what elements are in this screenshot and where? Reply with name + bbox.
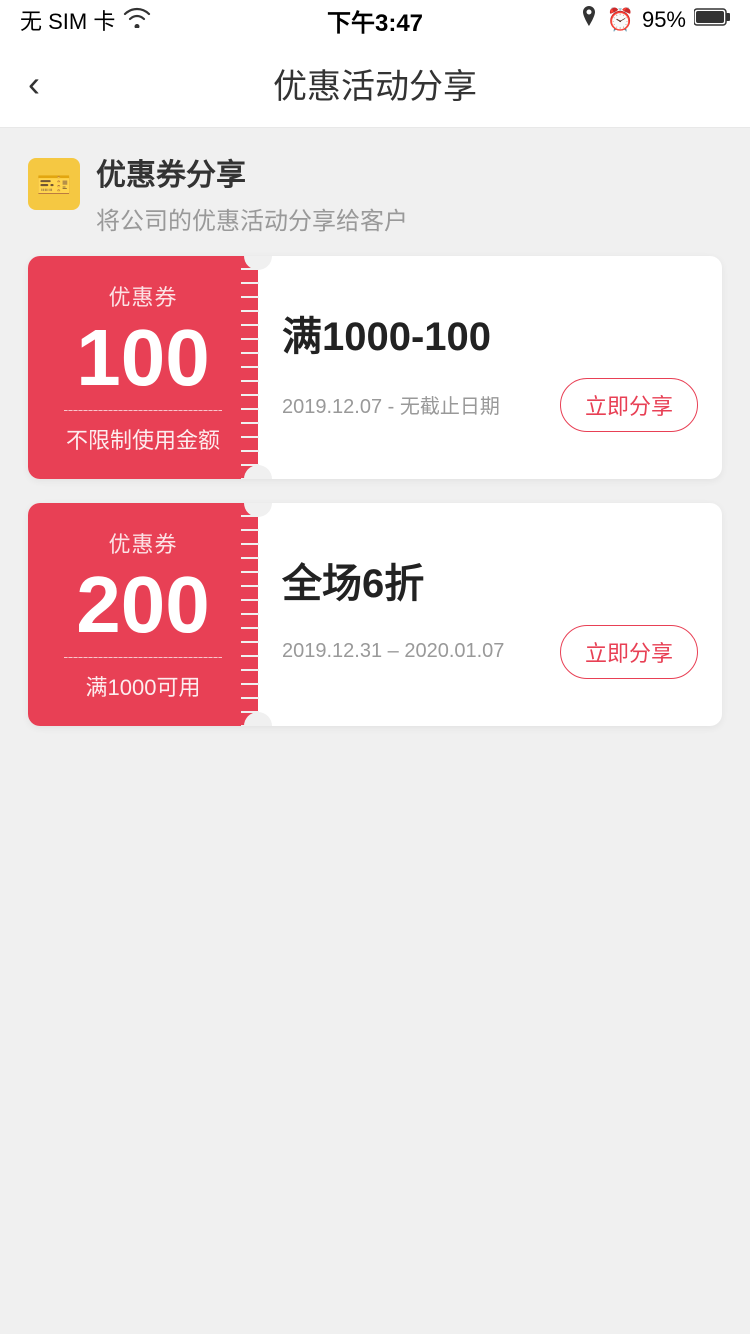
coupon-condition-1: 不限制使用金额 bbox=[66, 423, 220, 455]
coupon-label-1: 优惠券 bbox=[108, 280, 177, 312]
coupon-meta-1: 2019.12.07 - 无截止日期 立即分享 bbox=[282, 378, 698, 432]
coupon-amount-1: 100 bbox=[76, 318, 209, 398]
coupon-divider-1 bbox=[64, 410, 222, 411]
coupon-name-2: 全场6折 bbox=[282, 551, 698, 609]
coupon-divider-2 bbox=[64, 657, 222, 658]
share-button-2[interactable]: 立即分享 bbox=[560, 625, 698, 679]
status-time: 下午3:47 bbox=[327, 3, 423, 38]
coupon-right-2: 全场6折 2019.12.31 – 2020.01.07 立即分享 bbox=[258, 503, 722, 726]
section-icon: 🎫 bbox=[28, 158, 80, 210]
section-header: 🎫 优惠券分享 将公司的优惠活动分享给客户 bbox=[0, 128, 750, 256]
status-left: 无 SIM 卡 bbox=[20, 4, 151, 36]
battery-icon bbox=[694, 7, 730, 33]
nav-bar: ‹ 优惠活动分享 bbox=[0, 40, 750, 128]
coupon-card-1: 优惠券 100 不限制使用金额 满1000-100 2019.12.07 - 无… bbox=[28, 256, 722, 479]
coupon-list: 优惠券 100 不限制使用金额 满1000-100 2019.12.07 - 无… bbox=[0, 256, 750, 726]
status-bar: 无 SIM 卡 下午3:47 ⏰ 95% bbox=[0, 0, 750, 40]
coupon-meta-2: 2019.12.31 – 2020.01.07 立即分享 bbox=[282, 625, 698, 679]
coupon-left-2: 优惠券 200 满1000可用 bbox=[28, 503, 258, 726]
empty-area bbox=[0, 726, 750, 1326]
coupon-card-2: 优惠券 200 满1000可用 全场6折 2019.12.31 – 2020.0… bbox=[28, 503, 722, 726]
coupon-dates-1: 2019.12.07 - 无截止日期 bbox=[282, 390, 500, 419]
share-button-1[interactable]: 立即分享 bbox=[560, 378, 698, 432]
section-subtitle: 将公司的优惠活动分享给客户 bbox=[96, 201, 408, 236]
coupon-dates-2: 2019.12.31 – 2020.01.07 bbox=[282, 640, 504, 663]
coupon-left-1: 优惠券 100 不限制使用金额 bbox=[28, 256, 258, 479]
section-text: 优惠券分享 将公司的优惠活动分享给客户 bbox=[96, 156, 408, 236]
coupon-amount-2: 200 bbox=[76, 565, 209, 645]
coupon-name-1: 满1000-100 bbox=[282, 304, 698, 362]
alarm-icon: ⏰ bbox=[607, 7, 634, 33]
coupon-right-1: 满1000-100 2019.12.07 - 无截止日期 立即分享 bbox=[258, 256, 722, 479]
coupon-condition-2: 满1000可用 bbox=[86, 670, 201, 702]
battery-text: 95% bbox=[642, 7, 686, 33]
coupon-label-2: 优惠券 bbox=[108, 527, 177, 559]
section-title: 优惠券分享 bbox=[96, 156, 408, 195]
signal-text: 无 SIM 卡 bbox=[20, 4, 115, 36]
status-right: ⏰ 95% bbox=[579, 6, 730, 34]
page-title: 优惠活动分享 bbox=[273, 59, 477, 108]
back-button[interactable]: ‹ bbox=[28, 63, 40, 105]
wifi-icon bbox=[123, 6, 151, 34]
location-icon bbox=[579, 6, 599, 34]
